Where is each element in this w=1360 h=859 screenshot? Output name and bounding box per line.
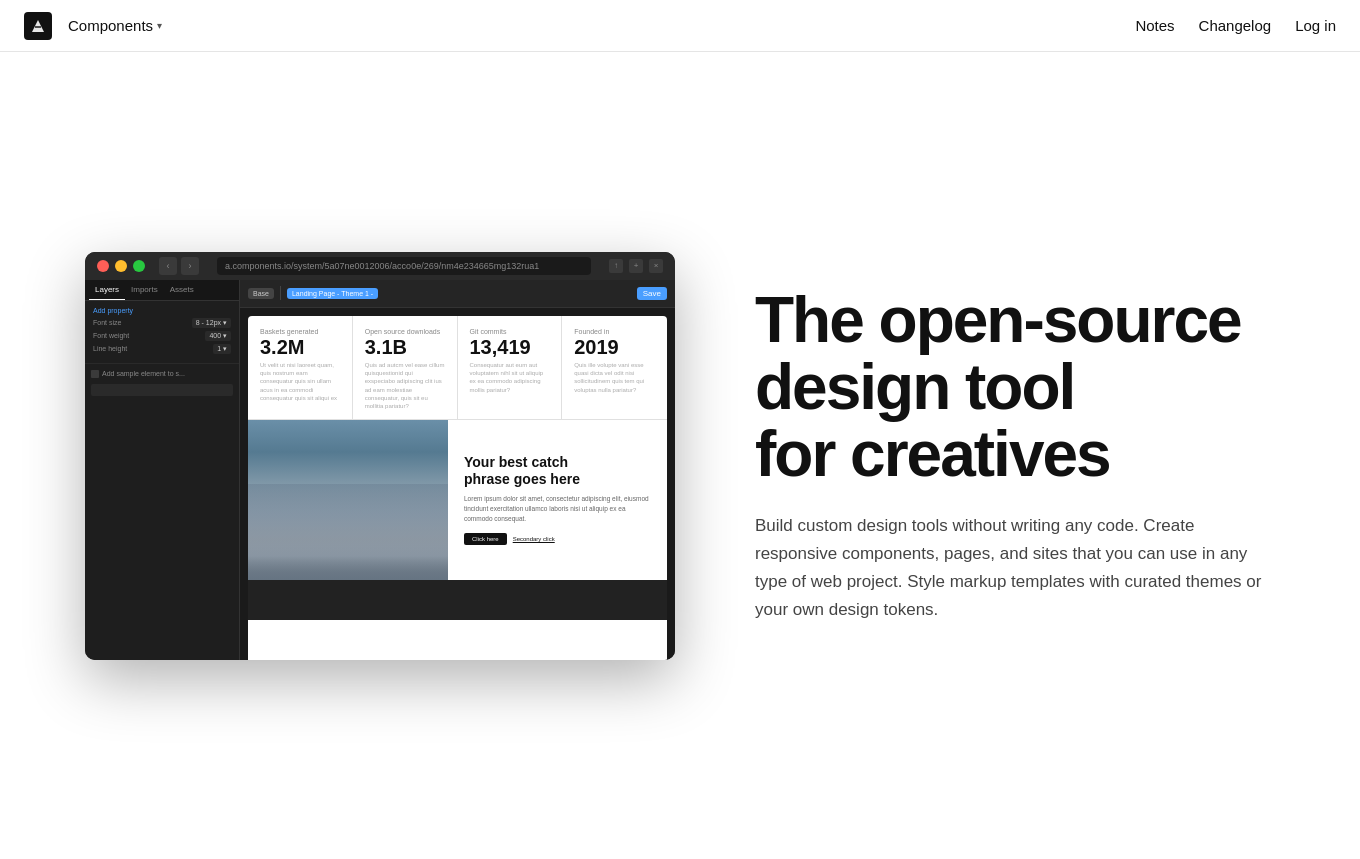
- back-button[interactable]: ‹: [159, 257, 177, 275]
- components-menu-button[interactable]: Components ▾: [60, 13, 170, 38]
- hero-secondary-button[interactable]: Secondary click: [513, 533, 555, 545]
- close-traffic-light[interactable]: [97, 260, 109, 272]
- stat-cell-3: Founded in 2019 Quis ille volupte vani e…: [562, 316, 667, 419]
- navbar: Components ▾ Notes Changelog Log in: [0, 0, 1360, 52]
- hero-tagline: Your best catchphrase goes here: [464, 454, 651, 488]
- stat-cell-1: Open source downloads 3.1B Quis ad autcm…: [353, 316, 458, 419]
- panel-prop-font-size: Font size 8 - 12px ▾: [93, 318, 231, 328]
- chevron-down-icon: ▾: [157, 20, 162, 31]
- share-icon[interactable]: ↑: [609, 259, 623, 273]
- preview-bottom: [248, 580, 667, 620]
- jeans-image: [248, 420, 448, 580]
- app-screenshot: ‹ › a.components.io/system/5a07ne0012006…: [85, 252, 675, 660]
- maximize-traffic-light[interactable]: [133, 260, 145, 272]
- design-panel: Layers Imports Assets Add property Font …: [85, 280, 240, 660]
- window-actions: ↑ + ×: [609, 259, 663, 273]
- panel-add-property: Add property Font size 8 - 12px ▾ Font w…: [85, 301, 239, 364]
- panel-tabs: Layers Imports Assets: [85, 280, 239, 301]
- components-label: Components: [68, 17, 153, 34]
- url-text: a.components.io/system/5a07ne0012006/acc…: [225, 261, 539, 271]
- canvas-area: Base Landing Page - Theme 1 - Save Baske…: [240, 280, 675, 660]
- notes-link[interactable]: Notes: [1135, 17, 1174, 34]
- main-description: Build custom design tools without writin…: [755, 512, 1275, 624]
- nav-right: Notes Changelog Log in: [1135, 17, 1336, 34]
- preview-hero: Your best catchphrase goes here Lorem ip…: [248, 420, 667, 580]
- hero-buttons: Click here Secondary click: [464, 533, 651, 545]
- preview-hero-image: [248, 420, 448, 580]
- canvas-toolbar: Base Landing Page - Theme 1 - Save: [240, 280, 675, 308]
- layer-item[interactable]: Add sample element to s...: [91, 368, 233, 380]
- layer-placeholder: [91, 384, 233, 396]
- preview-hero-content: Your best catchphrase goes here Lorem ip…: [448, 420, 667, 580]
- headline-line3: for creatives: [755, 418, 1110, 490]
- stat-cell-2: Git commits 13,419 Consequatur aut eum a…: [458, 316, 563, 419]
- hero-text: The open-source design tool for creative…: [755, 287, 1275, 625]
- minimize-traffic-light[interactable]: [115, 260, 127, 272]
- headline-line2: design tool: [755, 351, 1074, 423]
- close-icon[interactable]: ×: [649, 259, 663, 273]
- website-preview: Baskets generated 3.2M Ut velit ut nisi …: [248, 316, 667, 660]
- main-headline: The open-source design tool for creative…: [755, 287, 1275, 489]
- login-link[interactable]: Log in: [1295, 17, 1336, 34]
- panel-prop-font-weight: Font weight 400 ▾: [93, 331, 231, 341]
- landing-page-tab[interactable]: Landing Page - Theme 1 -: [287, 288, 378, 299]
- changelog-link[interactable]: Changelog: [1199, 17, 1272, 34]
- hero-primary-button[interactable]: Click here: [464, 533, 507, 545]
- app-content: Layers Imports Assets Add property Font …: [85, 280, 675, 660]
- window-nav-buttons: ‹ ›: [159, 257, 199, 275]
- panel-tab-imports[interactable]: Imports: [125, 280, 164, 300]
- save-button[interactable]: Save: [637, 287, 667, 300]
- layer-icon: [91, 370, 99, 378]
- hero-body: Lorem ipsum dolor sit amet, consectetur …: [464, 494, 651, 523]
- headline-line1: The open-source: [755, 284, 1241, 356]
- stat-cell-0: Baskets generated 3.2M Ut velit ut nisi …: [248, 316, 353, 419]
- window-titlebar: ‹ › a.components.io/system/5a07ne0012006…: [85, 252, 675, 280]
- forward-button[interactable]: ›: [181, 257, 199, 275]
- stats-row: Baskets generated 3.2M Ut velit ut nisi …: [248, 316, 667, 420]
- app-window: ‹ › a.components.io/system/5a07ne0012006…: [85, 252, 675, 660]
- main-content: ‹ › a.components.io/system/5a07ne0012006…: [0, 52, 1360, 859]
- logo-icon[interactable]: [24, 12, 52, 40]
- base-tab[interactable]: Base: [248, 288, 274, 299]
- nav-left: Components ▾: [24, 12, 170, 40]
- panel-layers: Add sample element to s...: [85, 364, 239, 400]
- panel-tab-layers[interactable]: Layers: [89, 280, 125, 300]
- add-property-btn[interactable]: Add property: [93, 307, 231, 314]
- toolbar-separator: [280, 286, 281, 300]
- panel-tab-assets[interactable]: Assets: [164, 280, 200, 300]
- panel-prop-line-height: Line height 1 ▾: [93, 344, 231, 354]
- url-bar[interactable]: a.components.io/system/5a07ne0012006/acc…: [217, 257, 591, 275]
- add-tab-icon[interactable]: +: [629, 259, 643, 273]
